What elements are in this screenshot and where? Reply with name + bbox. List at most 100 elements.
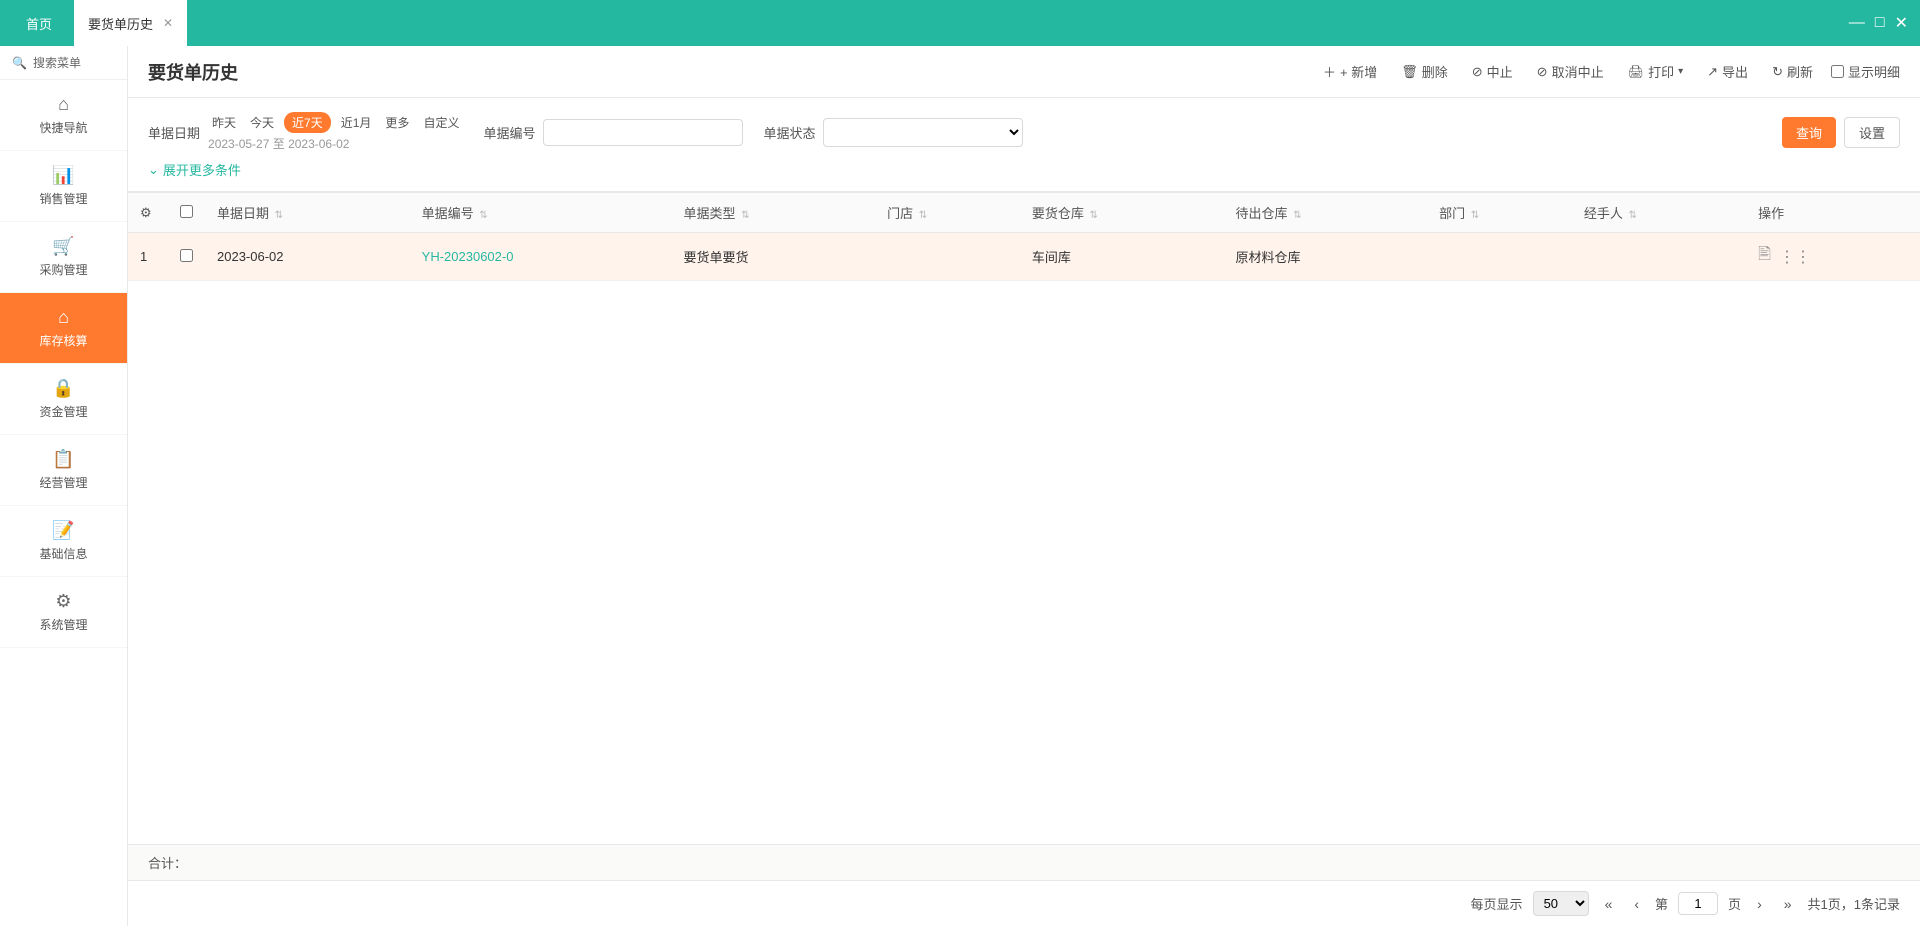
doc-no-link[interactable]: YH-20230602-0: [422, 249, 514, 264]
th-settings[interactable]: ⚙: [128, 193, 168, 233]
sidebar-item-quick-nav[interactable]: ⌂ 快捷导航: [0, 80, 127, 151]
new-button[interactable]: ＋ + 新增: [1317, 58, 1383, 85]
sidebar-label-system: 系统管理: [39, 616, 87, 633]
sidebar-item-inventory[interactable]: ⌂ 库存核算: [0, 293, 127, 364]
table-header-row: ⚙ 单据日期 ⇅ 单据编号 ⇅: [128, 193, 1920, 233]
tab-close-btn[interactable]: ✕: [163, 16, 173, 30]
filter-doc-date: 单据日期 昨天 今天 近7天 近1月 更多 自定义 2023-05-27 至 2…: [148, 112, 463, 152]
total-info: 共1页，1条记录: [1808, 894, 1900, 913]
sidebar-item-operations[interactable]: 📋 经营管理: [0, 435, 127, 506]
page-header: 要货单历史 ＋ + 新增 🗑 删除 ⊘ 中止 ⊘: [128, 46, 1920, 98]
operations-icon: 📋: [52, 449, 74, 470]
th-checkbox: [168, 193, 205, 233]
show-detail-checkbox[interactable]: [1831, 65, 1844, 78]
cancel-stop-button[interactable]: ⊘ 取消中止: [1531, 58, 1610, 85]
th-req-warehouse[interactable]: 要货仓库 ⇅: [1020, 193, 1224, 233]
sidebar-label-inventory: 库存核算: [39, 332, 87, 349]
shortcut-7days[interactable]: 近7天: [284, 112, 331, 133]
sales-icon: 📊: [52, 165, 74, 186]
sort-icon-req-warehouse: ⇅: [1090, 210, 1098, 221]
th-store[interactable]: 门店 ⇅: [875, 193, 1020, 233]
shortcut-1month[interactable]: 近1月: [337, 112, 376, 133]
shortcut-yesterday[interactable]: 昨天: [208, 112, 240, 133]
minimize-btn[interactable]: —: [1849, 14, 1865, 32]
print-dropdown-icon: ▾: [1678, 66, 1683, 77]
stop-icon: ⊘: [1472, 64, 1483, 80]
th-doc-type[interactable]: 单据类型 ⇅: [672, 193, 876, 233]
doc-no-input[interactable]: [543, 119, 743, 146]
th-department[interactable]: 部门 ⇅: [1427, 193, 1572, 233]
doc-status-select[interactable]: [823, 118, 1023, 147]
td-operation: 🖹 ⋮⋮: [1746, 233, 1920, 281]
shortcut-more[interactable]: 更多: [381, 112, 413, 133]
page-input-label: 第: [1655, 894, 1668, 913]
sidebar-item-finance[interactable]: 🔒 资金管理: [0, 364, 127, 435]
main-area: 🔍 搜索菜单 ⌂ 快捷导航 📊 销售管理 🛒 采购管理 ⌂ 库存核算 🔒 资: [0, 46, 1920, 926]
total-label: 合计：: [148, 856, 187, 871]
data-table: ⚙ 单据日期 ⇅ 单据编号 ⇅: [128, 192, 1920, 281]
th-pending-warehouse[interactable]: 待出仓库 ⇅: [1224, 193, 1428, 233]
page-size-label: 每页显示: [1471, 894, 1523, 913]
sidebar-search[interactable]: 🔍 搜索菜单: [0, 46, 127, 80]
shortcut-today[interactable]: 今天: [246, 112, 278, 133]
th-operation: 操作: [1746, 193, 1920, 233]
app-container: 首页 要货单历史 ✕ — □ ✕ 🔍 搜索菜单 ⌂ 快捷导航 📊 销售管理: [0, 0, 1920, 926]
th-doc-no[interactable]: 单据编号 ⇅: [410, 193, 672, 233]
td-store: [875, 233, 1020, 281]
shortcut-custom[interactable]: 自定义: [419, 112, 463, 133]
filter-doc-no: 单据编号: [483, 119, 743, 146]
first-page-btn[interactable]: «: [1599, 894, 1619, 914]
select-all-checkbox[interactable]: [180, 205, 193, 218]
refresh-button[interactable]: ↻ 刷新: [1766, 58, 1819, 85]
sidebar-item-purchase[interactable]: 🛒 采购管理: [0, 222, 127, 293]
system-icon: ⚙: [55, 591, 71, 612]
date-shortcuts: 昨天 今天 近7天 近1月 更多 自定义 2023-05-27 至 2023-0…: [208, 112, 463, 152]
query-button[interactable]: 查询: [1782, 117, 1836, 148]
chevron-down-icon: ⌄: [148, 162, 159, 178]
td-doc-date: 2023-06-02: [205, 233, 410, 281]
top-bar-right: — □ ✕: [1849, 13, 1908, 33]
sidebar-search-label: 搜索菜单: [33, 54, 81, 71]
sidebar-item-sales[interactable]: 📊 销售管理: [0, 151, 127, 222]
purchase-icon: 🛒: [52, 236, 74, 257]
maximize-btn[interactable]: □: [1875, 14, 1885, 32]
td-department: [1427, 233, 1572, 281]
sidebar-item-basic-info[interactable]: 📝 基础信息: [0, 506, 127, 577]
th-handler[interactable]: 经手人 ⇅: [1572, 193, 1746, 233]
sort-icon-doc-date: ⇅: [275, 210, 283, 221]
top-bar: 首页 要货单历史 ✕ — □ ✕: [0, 0, 1920, 46]
last-page-btn[interactable]: »: [1778, 894, 1798, 914]
tab-requisition-history[interactable]: 要货单历史 ✕: [74, 0, 187, 46]
table-container: ⚙ 单据日期 ⇅ 单据编号 ⇅: [128, 192, 1920, 844]
action-icons: 🖹 ⋮⋮: [1758, 243, 1908, 270]
sort-icon-doc-no: ⇅: [479, 210, 487, 221]
td-doc-type: 要货单要货: [672, 233, 876, 281]
page-title: 要货单历史: [148, 59, 238, 85]
cancel-stop-icon: ⊘: [1537, 64, 1548, 80]
show-detail-checkbox-wrapper[interactable]: 显示明细: [1831, 62, 1900, 81]
prev-page-btn[interactable]: ‹: [1628, 894, 1645, 914]
delete-button[interactable]: 🗑 删除: [1395, 58, 1454, 85]
more-action-icon[interactable]: ⋮⋮: [1779, 247, 1811, 267]
td-doc-no: YH-20230602-0: [410, 233, 672, 281]
settings-button[interactable]: 设置: [1844, 117, 1900, 148]
td-pending-warehouse: 原材料仓库: [1224, 233, 1428, 281]
sidebar-label-basic-info: 基础信息: [39, 545, 87, 562]
stop-button[interactable]: ⊘ 中止: [1466, 58, 1519, 85]
sidebar-label-sales: 销售管理: [39, 190, 87, 207]
page-size-select[interactable]: 50 100 200: [1533, 891, 1589, 916]
pagination-bar: 每页显示 50 100 200 « ‹ 第 页 › » 共1页，1条记录: [128, 880, 1920, 926]
print-button[interactable]: 🖨 打印 ▾: [1622, 58, 1690, 85]
view-action-icon[interactable]: 🖹: [1758, 243, 1771, 270]
export-button[interactable]: ↗ 导出: [1701, 58, 1754, 85]
sidebar-item-system[interactable]: ⚙ 系统管理: [0, 577, 127, 648]
close-btn[interactable]: ✕: [1895, 13, 1908, 33]
toolbar: ＋ + 新增 🗑 删除 ⊘ 中止 ⊘ 取消中止: [1317, 58, 1900, 85]
expand-more-btn[interactable]: ⌄ 展开更多条件: [148, 160, 1900, 179]
row-checkbox[interactable]: [180, 249, 193, 262]
next-page-btn[interactable]: ›: [1751, 894, 1768, 914]
sidebar-label-operations: 经营管理: [39, 474, 87, 491]
page-number-input[interactable]: [1678, 892, 1718, 915]
th-doc-date[interactable]: 单据日期 ⇅: [205, 193, 410, 233]
tab-home[interactable]: 首页: [12, 0, 66, 46]
